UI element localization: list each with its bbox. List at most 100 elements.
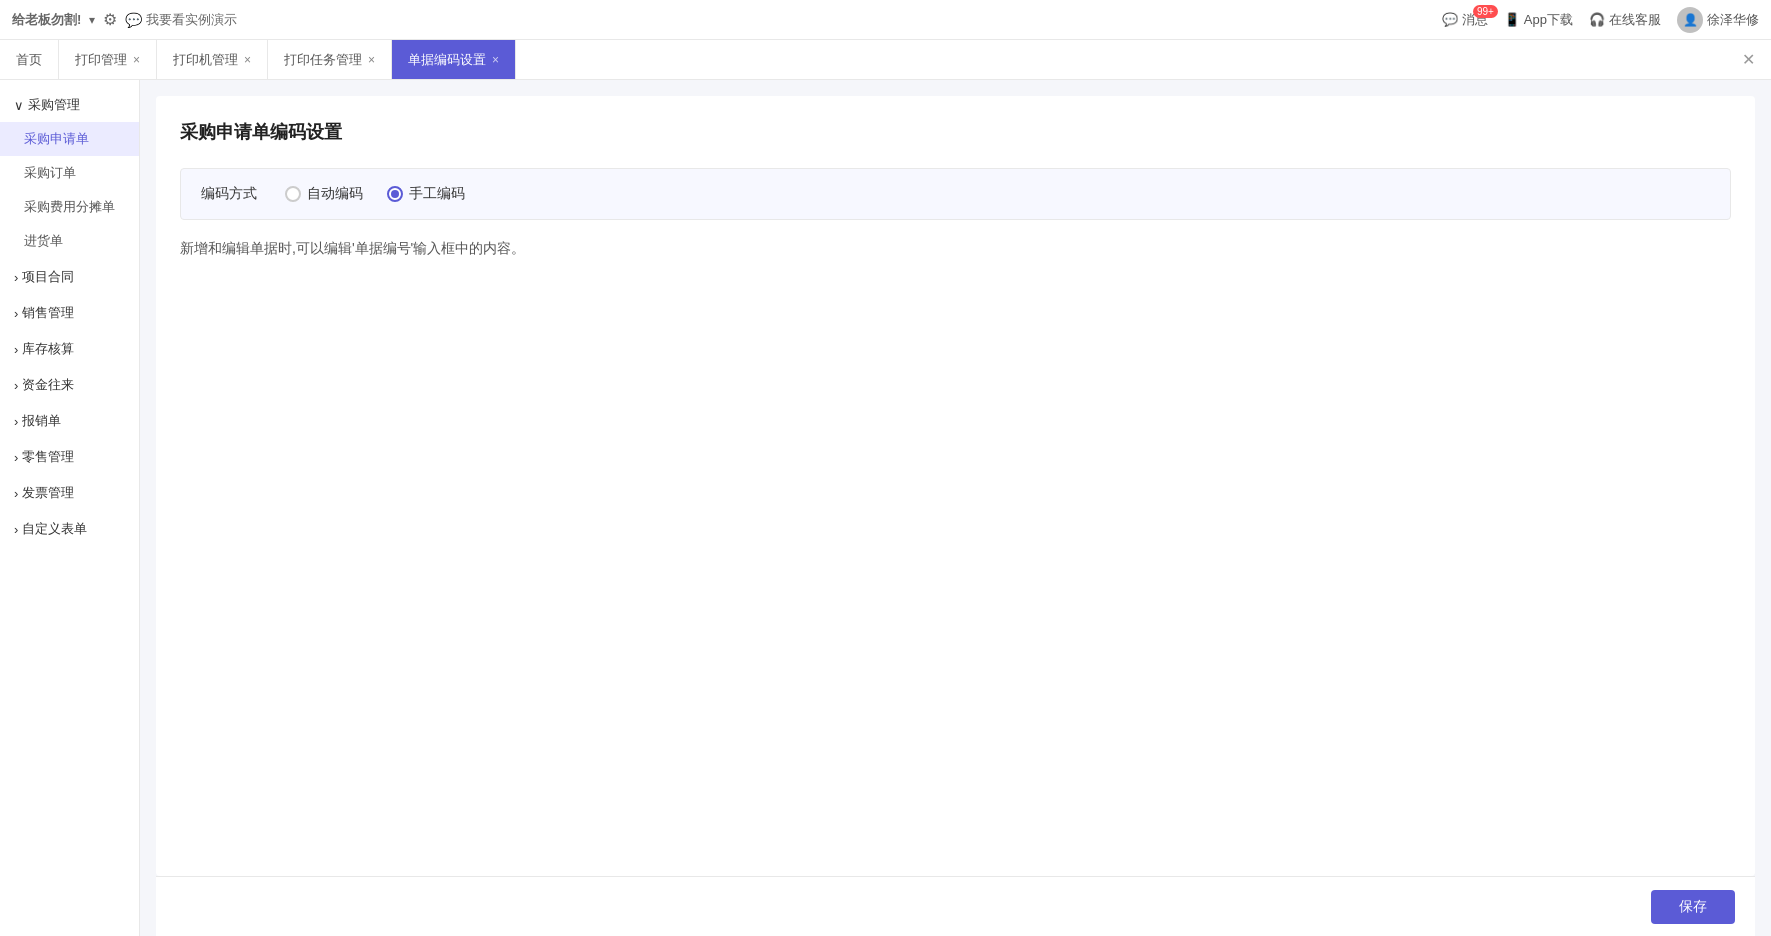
sidebar-group-retail: › 零售管理 [0,440,139,474]
content-inner: 采购申请单编码设置 编码方式 自动编码 手工编码 新增和编辑单据时,可以编辑'单… [156,96,1755,876]
manual-coding-label: 手工编码 [409,185,465,203]
sidebar-item-purchase-expense-label: 采购费用分摊单 [24,199,115,214]
sidebar-group-purchase-title[interactable]: ∨ 采购管理 [0,88,139,122]
user-menu[interactable]: 👤 徐泽华修 [1677,7,1759,33]
sidebar: ∨ 采购管理 采购申请单 采购订单 采购费用分摊单 进货单 › 项目合同 [0,80,140,936]
chevron-right-icon-3: › [14,342,18,357]
sidebar-item-purchase-order[interactable]: 采购订单 [0,156,139,190]
close-icon: ✕ [1742,50,1755,69]
brand-label: 给老板勿割! [12,11,81,29]
service-icon: 🎧 [1589,12,1605,27]
tab-print-mgmt-label: 打印管理 [75,51,127,69]
sidebar-item-purchase-request[interactable]: 采购申请单 [0,122,139,156]
sidebar-group-funds-title[interactable]: › 资金往来 [0,368,139,402]
sidebar-group-retail-title[interactable]: › 零售管理 [0,440,139,474]
sidebar-item-inbound-label: 进货单 [24,233,63,248]
sidebar-group-project-contract-title[interactable]: › 项目合同 [0,260,139,294]
info-text: 新增和编辑单据时,可以编辑'单据编号'输入框中的内容。 [180,240,1731,258]
chevron-right-icon: › [14,270,18,285]
sidebar-group-custom-forms-label: 自定义表单 [22,520,87,538]
main-layout: ∨ 采购管理 采购申请单 采购订单 采购费用分摊单 进货单 › 项目合同 [0,80,1771,936]
tab-bar: 首页 打印管理 × 打印机管理 × 打印任务管理 × 单据编码设置 × ✕ [0,40,1771,80]
coding-label: 编码方式 [201,185,257,203]
sidebar-group-returns-title[interactable]: › 报销单 [0,404,139,438]
global-close-button[interactable]: ✕ [1726,40,1771,79]
tab-home[interactable]: 首页 [0,40,59,79]
gear-icon[interactable]: ⚙ [103,10,117,29]
tab-printer-mgmt-label: 打印机管理 [173,51,238,69]
message-button[interactable]: 💬 消息 99 [1442,11,1488,29]
user-icon: 👤 [1683,13,1698,27]
page-title: 采购申请单编码设置 [180,120,1731,144]
demo-label: 我要看实例演示 [146,11,237,29]
chevron-right-icon-2: › [14,306,18,321]
sidebar-group-returns: › 报销单 [0,404,139,438]
tab-printer-mgmt[interactable]: 打印机管理 × [157,40,268,79]
radio-group: 自动编码 手工编码 [285,185,465,203]
sidebar-group-custom-forms: › 自定义表单 [0,512,139,546]
sidebar-item-purchase-expense[interactable]: 采购费用分摊单 [0,190,139,224]
sidebar-item-purchase-request-label: 采购申请单 [24,131,89,146]
sidebar-group-sales: › 销售管理 [0,296,139,330]
sidebar-group-invoice-title[interactable]: › 发票管理 [0,476,139,510]
chevron-right-icon-5: › [14,414,18,429]
avatar: 👤 [1677,7,1703,33]
sidebar-group-inventory: › 库存核算 [0,332,139,366]
tab-print-mgmt[interactable]: 打印管理 × [59,40,157,79]
content-footer: 保存 [156,876,1755,936]
sidebar-group-purchase-label: 采购管理 [28,96,80,114]
sidebar-group-invoice-label: 发票管理 [22,484,74,502]
sidebar-group-purchase: ∨ 采购管理 采购申请单 采购订单 采购费用分摊单 进货单 [0,88,139,258]
tab-print-task-mgmt[interactable]: 打印任务管理 × [268,40,392,79]
sidebar-item-inbound[interactable]: 进货单 [0,224,139,258]
tab-print-task-mgmt-close[interactable]: × [368,53,375,67]
chevron-right-icon-6: › [14,450,18,465]
top-bar: 给老板勿割! ▾ ⚙ 💬 我要看实例演示 💬 消息 99 📱 App下载 🎧 在… [0,0,1771,40]
sidebar-group-sales-title[interactable]: › 销售管理 [0,296,139,330]
tab-printer-mgmt-close[interactable]: × [244,53,251,67]
radio-manual-coding-circle [387,186,403,202]
app-icon: 📱 [1504,12,1520,27]
online-service-label: 在线客服 [1609,11,1661,29]
auto-coding-label: 自动编码 [307,185,363,203]
sidebar-group-retail-label: 零售管理 [22,448,74,466]
sidebar-group-project-contract-label: 项目合同 [22,268,74,286]
chevron-down-icon: ∨ [14,98,24,113]
sidebar-group-inventory-label: 库存核算 [22,340,74,358]
user-name: 徐泽华修 [1707,11,1759,29]
demo-icon: 💬 [125,12,142,28]
tab-print-mgmt-close[interactable]: × [133,53,140,67]
coding-section: 编码方式 自动编码 手工编码 [180,168,1731,220]
sidebar-group-funds: › 资金往来 [0,368,139,402]
chevron-right-icon-8: › [14,522,18,537]
sidebar-group-returns-label: 报销单 [22,412,61,430]
chevron-right-icon-7: › [14,486,18,501]
sidebar-group-project-contract: › 项目合同 [0,260,139,294]
save-button[interactable]: 保存 [1651,890,1735,924]
tab-print-task-mgmt-label: 打印任务管理 [284,51,362,69]
tab-single-code-setting[interactable]: 单据编码设置 × [392,40,516,79]
radio-manual-coding[interactable]: 手工编码 [387,185,465,203]
tab-home-label: 首页 [16,51,42,69]
dropdown-icon[interactable]: ▾ [89,13,95,27]
sidebar-item-purchase-order-label: 采购订单 [24,165,76,180]
tab-single-code-close[interactable]: × [492,53,499,67]
chevron-right-icon-4: › [14,378,18,393]
top-bar-left: 给老板勿割! ▾ ⚙ 💬 我要看实例演示 [12,10,237,29]
content-area: 采购申请单编码设置 编码方式 自动编码 手工编码 新增和编辑单据时,可以编辑'单… [140,80,1771,936]
message-icon: 💬 [1442,12,1458,27]
message-badge: 99 [1473,5,1498,18]
tab-single-code-label: 单据编码设置 [408,51,486,69]
sidebar-group-inventory-title[interactable]: › 库存核算 [0,332,139,366]
app-download-button[interactable]: 📱 App下载 [1504,11,1573,29]
app-download-label: App下载 [1524,11,1573,29]
sidebar-group-custom-forms-title[interactable]: › 自定义表单 [0,512,139,546]
demo-link[interactable]: 💬 我要看实例演示 [125,11,237,29]
sidebar-group-invoice: › 发票管理 [0,476,139,510]
radio-auto-coding-circle [285,186,301,202]
top-bar-right: 💬 消息 99 📱 App下载 🎧 在线客服 👤 徐泽华修 [1442,7,1759,33]
sidebar-group-sales-label: 销售管理 [22,304,74,322]
radio-auto-coding[interactable]: 自动编码 [285,185,363,203]
online-service-button[interactable]: 🎧 在线客服 [1589,11,1661,29]
sidebar-group-funds-label: 资金往来 [22,376,74,394]
